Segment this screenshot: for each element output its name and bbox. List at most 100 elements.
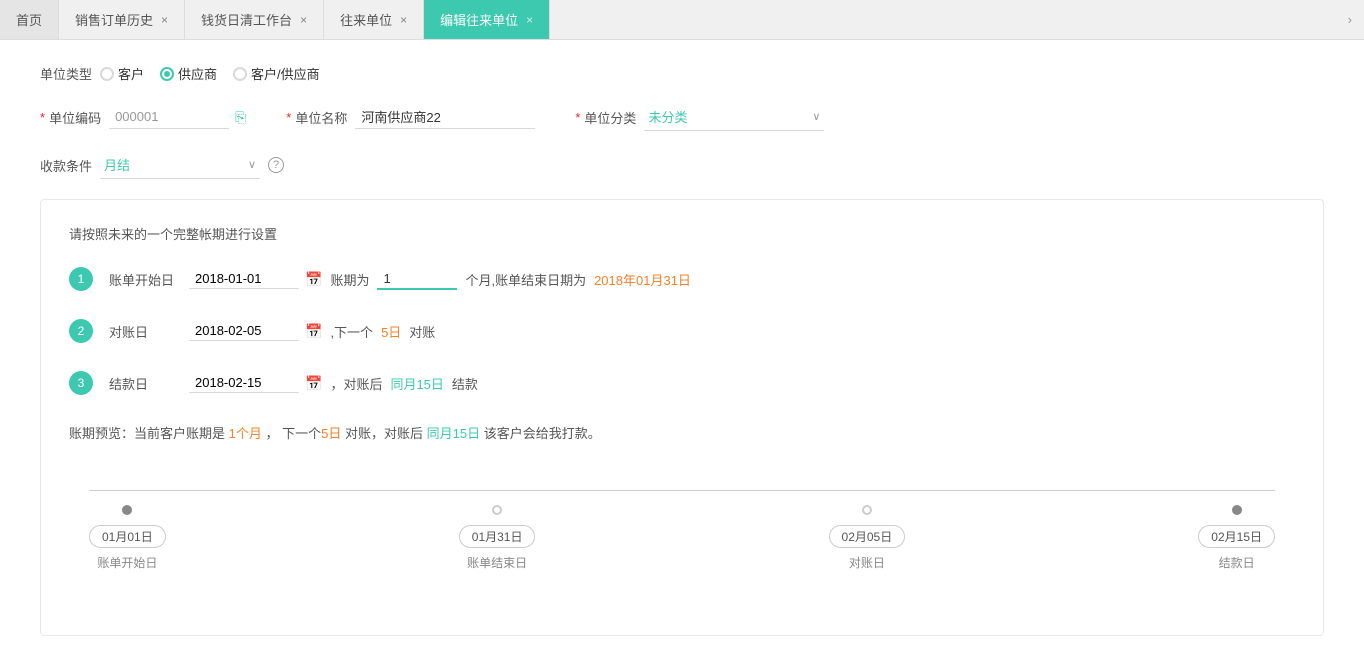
unit-type-radio-group: 客户 供应商 客户/供应商 — [100, 64, 320, 83]
payment-date-calendar-icon[interactable]: 📅 — [305, 375, 322, 392]
radio-customer-circle — [100, 67, 114, 81]
timeline-badge-1: 01月01日 — [89, 525, 166, 548]
unit-name-required: * — [286, 110, 291, 125]
unit-code-input[interactable] — [109, 105, 229, 129]
timeline-dot-2 — [492, 505, 502, 515]
timeline-dot-3 — [862, 505, 872, 515]
preview-text: 账期预览：当前客户账期是 1个月 ， 下一个5日 对账，对账后 同月15日 该客… — [69, 423, 1295, 442]
reconcile-day-highlight: 5日 — [381, 322, 401, 341]
unit-category-group: * 单位分类 未分类 ∨ — [575, 103, 824, 131]
unit-info-row: * 单位编码 ⎘ * 单位名称 * 单位分类 未分类 ∨ — [40, 103, 1324, 131]
tab-cash-daily[interactable]: 钱货日清工作台 × — [185, 0, 324, 39]
reconcile-date-input[interactable] — [189, 321, 299, 341]
unit-category-required: * — [575, 110, 580, 125]
timeline-badge-3: 02月05日 — [829, 525, 906, 548]
payment-terms-select[interactable]: 月结 ∨ — [100, 151, 260, 179]
radio-supplier[interactable]: 供应商 — [160, 64, 217, 83]
tab-sales-order-history[interactable]: 销售订单历史 × — [59, 0, 185, 39]
unit-type-group: 单位类型 客户 供应商 客户/供应商 — [40, 64, 320, 83]
tab-partner-units[interactable]: 往来单位 × — [324, 0, 424, 39]
tab-bar: 首页 销售订单历史 × 钱货日清工作台 × 往来单位 × 编辑往来单位 × › — [0, 0, 1364, 40]
preview-sep1: ， — [266, 426, 279, 441]
start-date-input[interactable] — [189, 269, 299, 289]
timeline-points: 01月01日 账单开始日 01月31日 账单结束日 02月05日 对账日 — [69, 490, 1295, 571]
timeline-badge-4: 02月15日 — [1198, 525, 1275, 548]
row-label-1: 账单开始日 — [109, 270, 189, 289]
unit-code-copy-icon[interactable]: ⎘ — [235, 109, 246, 126]
preview-sep2: 对账，对账后 — [345, 426, 423, 441]
timeline-dot-1 — [122, 505, 132, 515]
preview-label: 账期预览：当前客户账期是 — [69, 426, 225, 441]
timeline-label-4: 结款日 — [1219, 554, 1255, 571]
payment-terms-value: 月结 — [104, 155, 240, 174]
unit-name-label: 单位名称 — [295, 108, 347, 127]
payment-day-highlight: 同月15日 — [390, 374, 443, 393]
radio-both-label: 客户/供应商 — [251, 64, 320, 83]
radio-supplier-label: 供应商 — [178, 64, 217, 83]
timeline-label-3: 对账日 — [849, 554, 885, 571]
unit-category-arrow-icon: ∨ — [812, 110, 820, 123]
unit-type-row: 单位类型 客户 供应商 客户/供应商 — [40, 64, 1324, 83]
main-content: 单位类型 客户 供应商 客户/供应商 * 单位编码 — [0, 40, 1364, 660]
payment-terms-arrow-icon: ∨ — [248, 158, 256, 171]
radio-customer-label: 客户 — [118, 64, 144, 83]
row-num-1: 1 — [69, 267, 93, 291]
radio-both-circle — [233, 67, 247, 81]
unit-category-value: 未分类 — [648, 107, 804, 126]
timeline-point-2: 01月31日 账单结束日 — [459, 490, 536, 571]
period-input[interactable] — [377, 269, 457, 290]
tab-edit-partner-unit-close[interactable]: × — [526, 13, 533, 27]
row-label-2: 对账日 — [109, 322, 189, 341]
reconcile-date-calendar-icon[interactable]: 📅 — [305, 323, 322, 340]
payment-terms-row: 收款条件 月结 ∨ ? — [40, 151, 1324, 179]
payment-terms-help-icon[interactable]: ? — [268, 157, 284, 173]
setting-row-2: 2 对账日 📅 ,下一个 5日 对账 — [69, 319, 1295, 343]
tab-edit-partner-unit-label: 编辑往来单位 — [440, 10, 518, 29]
preview-sep3: 该客户会给我打款。 — [484, 426, 601, 441]
tab-expand-button[interactable]: › — [1336, 0, 1364, 39]
row-sep-3b: 结款 — [452, 374, 478, 393]
timeline-point-4: 02月15日 结款日 — [1198, 490, 1275, 571]
timeline-label-2: 账单结束日 — [467, 554, 527, 571]
payment-terms-group: 收款条件 月结 ∨ ? — [40, 151, 284, 179]
unit-code-group: * 单位编码 ⎘ — [40, 105, 246, 129]
timeline-point-1: 01月01日 账单开始日 — [89, 490, 166, 571]
preview-part1: 1个月 — [229, 426, 262, 441]
row-period-suffix: 个月,账单结束日期为 — [465, 270, 586, 289]
start-date-calendar-icon[interactable]: 📅 — [305, 271, 322, 288]
unit-category-label: 单位分类 — [584, 108, 636, 127]
payment-date-input[interactable] — [189, 373, 299, 393]
timeline-point-3: 02月05日 对账日 — [829, 490, 906, 571]
payment-terms-label: 收款条件 — [40, 156, 92, 175]
tab-sales-order-history-label: 销售订单历史 — [75, 10, 153, 29]
card-title: 请按照未来的一个完整帐期进行设置 — [69, 224, 1295, 243]
tab-edit-partner-unit[interactable]: 编辑往来单位 × — [424, 0, 550, 39]
tab-cash-daily-label: 钱货日清工作台 — [201, 10, 292, 29]
tab-partner-units-label: 往来单位 — [340, 10, 392, 29]
row-sep-3a: ，对账后 — [330, 374, 382, 393]
timeline-badge-2: 01月31日 — [459, 525, 536, 548]
timeline-container: 01月01日 账单开始日 01月31日 账单结束日 02月05日 对账日 — [69, 470, 1295, 611]
row-label-3: 结款日 — [109, 374, 189, 393]
preview-section: 账期预览：当前客户账期是 1个月 ， 下一个5日 对账，对账后 同月15日 该客… — [69, 423, 1295, 611]
setting-row-3: 3 结款日 📅 ，对账后 同月15日 结款 — [69, 371, 1295, 395]
radio-both[interactable]: 客户/供应商 — [233, 64, 320, 83]
tab-sales-order-history-close[interactable]: × — [161, 13, 168, 27]
unit-name-input[interactable] — [355, 105, 535, 129]
timeline-dot-4 — [1232, 505, 1242, 515]
preview-part2: 下一个 — [282, 426, 321, 441]
tab-partner-units-close[interactable]: × — [400, 13, 407, 27]
row-sep-2a: ,下一个 — [330, 322, 373, 341]
unit-name-group: * 单位名称 — [286, 105, 535, 129]
preview-part2b: 5日 — [321, 426, 341, 441]
preview-part3: 同月15日 — [427, 426, 480, 441]
unit-code-required: * — [40, 110, 45, 125]
row-sep-1: 账期为 — [330, 270, 369, 289]
radio-customer[interactable]: 客户 — [100, 64, 144, 83]
row-num-2: 2 — [69, 319, 93, 343]
unit-category-select[interactable]: 未分类 ∨ — [644, 103, 824, 131]
tab-home[interactable]: 首页 — [0, 0, 59, 39]
tab-cash-daily-close[interactable]: × — [300, 13, 307, 27]
radio-supplier-circle — [160, 67, 174, 81]
row-num-3: 3 — [69, 371, 93, 395]
